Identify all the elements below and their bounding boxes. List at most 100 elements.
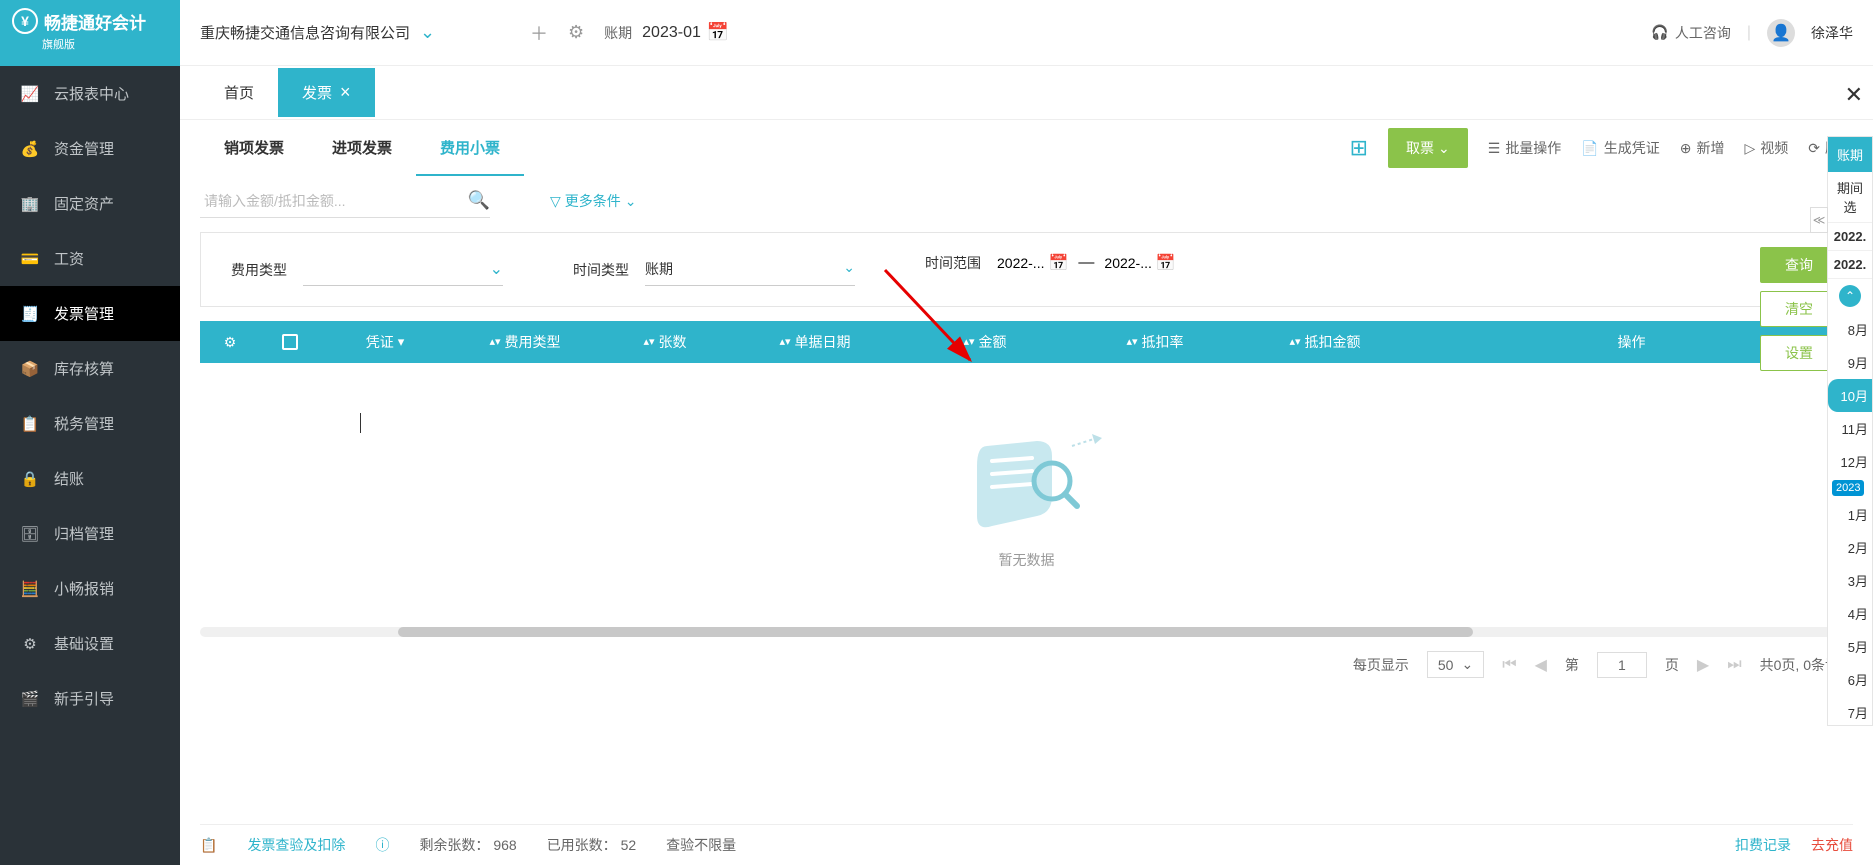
sort-icon: ▴▾ [963,339,974,346]
info-icon: ⓘ [375,835,389,855]
date-to: 2022-... [1104,255,1151,271]
sidebar-item-settings[interactable]: ⚙ 基础设置 [0,616,180,671]
period-y1[interactable]: 2022. [1828,223,1872,251]
avatar[interactable]: 👤 [1767,19,1795,47]
fetch-button[interactable]: 取票 ⌄ [1388,128,1468,168]
period-month[interactable]: 6月 [1828,663,1872,696]
page-size-select[interactable]: 50 ⌄ [1427,651,1484,678]
edition-label: 旗舰版 [42,36,168,52]
sidebar-item-report[interactable]: 📈 云报表中心 [0,66,180,121]
page-input[interactable]: 1 [1597,652,1647,678]
chart-icon: 📈 [20,84,40,104]
play-icon: ▷ [1744,140,1755,157]
sidebar-item-archive[interactable]: 🗄 归档管理 [0,506,180,561]
first-page[interactable]: ⏮ [1502,656,1516,674]
subtab-sales[interactable]: 销项发票 [200,121,308,176]
sidebar-item-tax[interactable]: 📋 税务管理 [0,396,180,451]
tab-home[interactable]: 首页 [200,68,278,117]
filter-icon: ▽ [550,193,561,210]
th-rate[interactable]: ▴▾ 抵扣率 [1070,332,1240,352]
search-box: 🔍 [200,185,490,218]
time-type-select[interactable]: 账期 ⌄ [645,253,855,286]
next-page[interactable]: ▶ [1697,655,1709,675]
wallet-icon: 💳 [20,249,40,269]
video-button[interactable]: ▷ 视频 [1744,138,1788,158]
close-panel-icon[interactable]: ✕ [1845,82,1863,108]
period-month[interactable]: 12月 [1828,445,1872,478]
sidebar-label: 固定资产 [54,193,114,214]
period-month[interactable]: 3月 [1828,564,1872,597]
tab-invoice[interactable]: 发票 × [278,68,375,117]
sidebar-item-expense[interactable]: 🧮 小畅报销 [0,561,180,616]
subtab-expense[interactable]: 费用小票 [416,121,524,176]
th-date[interactable]: ▴▾ 单据日期 [730,332,900,352]
company-selector[interactable]: 重庆畅捷交通信息咨询有限公司 ⌄ [200,22,520,43]
period-month[interactable]: 1月 [1828,498,1872,531]
recharge-link[interactable]: 去充值 [1811,835,1853,855]
expense-type-select[interactable]: ⌄ [303,253,503,286]
qr-icon[interactable]: ⊞ [1350,135,1368,161]
period-month[interactable]: 4月 [1828,597,1872,630]
panel-expand[interactable]: ≪ [1810,207,1828,233]
th-deduct[interactable]: ▴▾ 抵扣金额 [1240,332,1410,352]
period-month[interactable]: 2月 [1828,531,1872,564]
filter-panel: 费用类型 ⌄ 时间类型 账期 ⌄ 时间范围 2022-... 📅 [200,232,1853,307]
date-from-input[interactable]: 2022-... 📅 [997,253,1068,273]
tab-label: 发票 [302,82,332,103]
guide-icon: 🎬 [20,689,40,709]
th-checkbox[interactable] [260,334,320,350]
sidebar-item-invoice[interactable]: 🧾 发票管理 [0,286,180,341]
time-type-value: 账期 [645,259,673,279]
sidebar-item-assets[interactable]: 🏢 固定资产 [0,176,180,231]
cog-icon[interactable]: ⚙ [568,22,584,43]
page-size-value: 50 [1438,657,1454,673]
period-sel[interactable]: 期间选 [1828,172,1872,223]
close-icon[interactable]: × [340,82,351,103]
period-month[interactable]: 9月 [1828,346,1872,379]
last-page[interactable]: ⏭ [1727,656,1741,674]
date-to-input[interactable]: 2022-... 📅 [1104,253,1175,273]
checkbox [282,334,298,350]
scrollbar-thumb[interactable] [398,627,1472,637]
th-count[interactable]: ▴▾ 张数 [600,332,730,352]
horizontal-scrollbar[interactable] [200,627,1853,637]
th-settings[interactable]: ⚙ [200,334,260,351]
company-name: 重庆畅捷交通信息咨询有限公司 [200,22,410,43]
voucher-button[interactable]: 📄 生成凭证 [1581,138,1659,158]
sidebar-item-salary[interactable]: 💳 工资 [0,231,180,286]
support-label: 人工咨询 [1675,23,1731,43]
th-label: 操作 [1618,332,1646,352]
sidebar-label: 资金管理 [54,138,114,159]
sort-icon: ▴▾ [1126,339,1137,346]
batch-button[interactable]: ☰ 批量操作 [1488,138,1562,158]
th-amount[interactable]: ▴▾ 金额 [900,332,1070,352]
th-type[interactable]: ▴▾ 费用类型 [450,332,600,352]
subtab-purchase[interactable]: 进项发票 [308,121,416,176]
filter-label: 时间类型 [573,260,629,280]
remain-value: 968 [493,837,516,853]
calendar-icon[interactable]: 📅 [707,22,729,43]
period-month[interactable]: 7月 [1828,696,1872,729]
period-month[interactable]: 8月 [1828,313,1872,346]
period-month[interactable]: 5月 [1828,630,1872,663]
sidebar-label: 库存核算 [54,358,114,379]
sidebar-item-inventory[interactable]: 📦 库存核算 [0,341,180,396]
add-button[interactable]: ⊕ 新增 [1680,138,1725,158]
sidebar-item-close[interactable]: 🔒 结账 [0,451,180,506]
search-input[interactable] [200,185,468,217]
prev-page[interactable]: ◀ [1535,655,1547,675]
period-y2[interactable]: 2022. [1828,251,1872,279]
period-month[interactable]: 11月 [1828,412,1872,445]
filter-label: 费用类型 [231,260,287,280]
support-button[interactable]: 🎧 人工咨询 [1651,23,1730,43]
sidebar-item-funds[interactable]: 💰 资金管理 [0,121,180,176]
collapse-up-icon[interactable]: ⌃ [1839,285,1861,307]
more-conditions[interactable]: ▽ 更多条件 ⌄ [550,191,637,211]
plus-icon[interactable]: ＋ [530,20,548,46]
sidebar-item-guide[interactable]: 🎬 新手引导 [0,671,180,726]
add-label: 新增 [1696,138,1724,158]
search-icon[interactable]: 🔍 [468,190,490,211]
period-month-active[interactable]: 10月 [1828,379,1872,412]
record-link[interactable]: 扣费记录 [1735,835,1791,855]
th-voucher[interactable]: 凭证 ▾ [320,332,450,352]
